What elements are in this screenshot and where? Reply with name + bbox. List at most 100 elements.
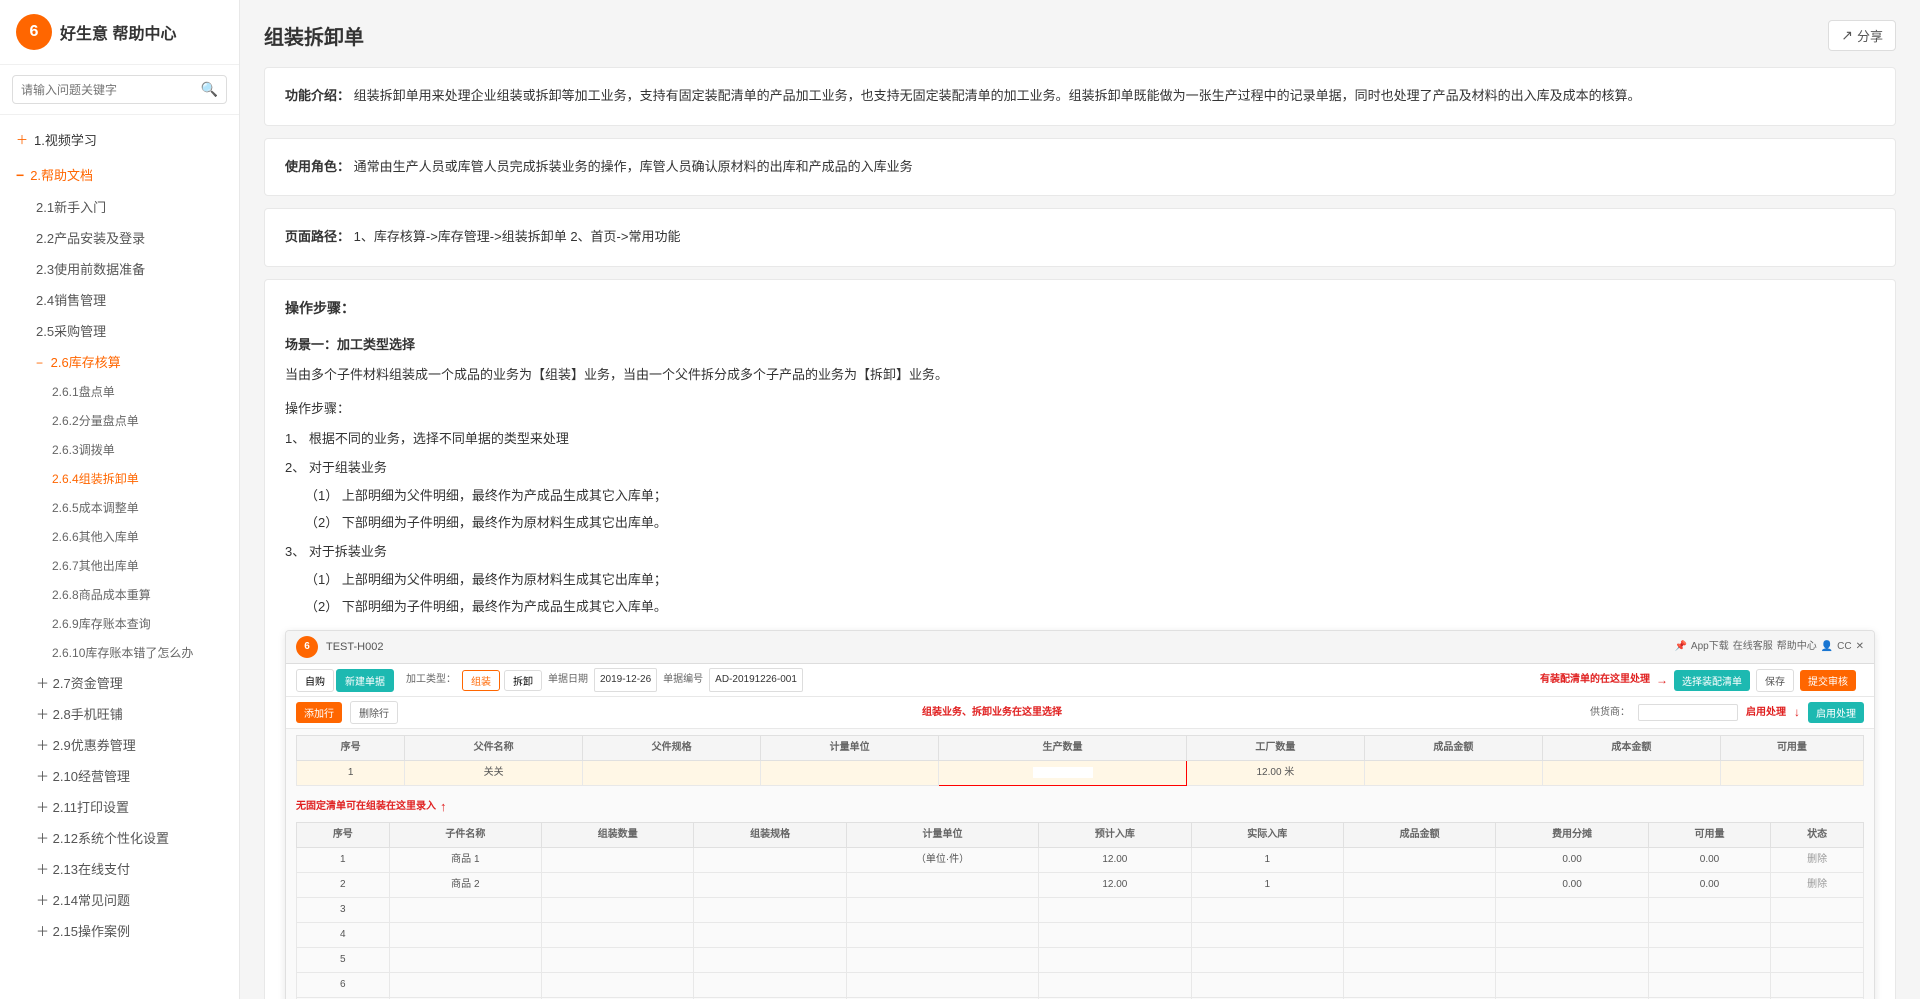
- sidebar-item-2-6-2[interactable]: 2.6.2分量盘点单: [0, 406, 239, 435]
- sidebar-item-2-6-6[interactable]: 2.6.6其他入库单: [0, 522, 239, 551]
- sidebar-item-2-6-1[interactable]: 2.6.1盘点单: [0, 377, 239, 406]
- sidebar-item-2-12[interactable]: ＋ 2.12系统个性化设置: [0, 822, 239, 853]
- annotation-arrow-up: ↑: [440, 795, 447, 818]
- lower-table-header: 序号 子件名称 组装数量 组装规格 计量单位 预计入库 实际入库 成品金额 费用…: [297, 822, 1864, 847]
- btn-add-row[interactable]: 添加行: [296, 702, 342, 723]
- sidebar-item-2-6-7[interactable]: 2.6.7其他出库单: [0, 551, 239, 580]
- arrow-right-icon: →: [1656, 670, 1668, 692]
- table-row: 5: [297, 947, 1864, 972]
- type-label: 加工类型：: [406, 671, 456, 689]
- sidebar-item-2-8[interactable]: ＋ 2.8手机旺铺: [0, 698, 239, 729]
- cell-parent-name: 关关: [405, 761, 583, 786]
- screenshot-titlebar: 6 TEST-H002 📌 App下载 在线客服 帮助中心 👤 CC ✕: [286, 631, 1874, 664]
- role-card: 使用角色： 通常由生产人员或库管人员完成拆装业务的操作，库管人员确认原材料的出库…: [264, 138, 1896, 197]
- sidebar-item-2-7[interactable]: ＋ 2.7资金管理: [0, 667, 239, 698]
- btn-enable[interactable]: 启用处理: [1808, 702, 1864, 723]
- nav-group-docs: − 2.帮助文档 2.1新手入门 2.2产品安装及登录 2.3使用前数据准备 2…: [0, 158, 239, 946]
- table-row: 3: [297, 897, 1864, 922]
- app-nav: 自购 新建单据 加工类型： 组装 拆卸 单据日期 2019-12-26 单据编号…: [286, 664, 1874, 697]
- sidebar-item-2-1[interactable]: 2.1新手入门: [0, 191, 239, 222]
- sidebar: 6 好生意 帮助中心 🔍 ＋ 1.视频学习 − 2.帮助文档 2.1新手入门: [0, 0, 240, 999]
- search-box: 🔍: [12, 75, 227, 104]
- supplier-input[interactable]: [1638, 704, 1738, 721]
- delete-btn-1[interactable]: 删除: [1807, 854, 1827, 865]
- minus-icon-2-6: −: [36, 356, 43, 370]
- th-seq: 序号: [297, 736, 405, 761]
- sidebar-item-2-6-4[interactable]: 2.6.4组装拆卸单: [0, 464, 239, 493]
- share-button[interactable]: ↗ 分享: [1828, 20, 1896, 51]
- btn-delete-row[interactable]: 删除行: [350, 701, 398, 724]
- lower-table-area: 无固定清单可在组装在这里录入 ↑ 序号 子件名称 组装数量 组装规格 计量单位 …: [286, 792, 1874, 999]
- sidebar-item-2-4[interactable]: 2.4销售管理: [0, 284, 239, 315]
- sidebar-item-2-15[interactable]: ＋ 2.15操作案例: [0, 915, 239, 946]
- cell-product-amt: [1364, 761, 1542, 786]
- cell-cost-amt: [1542, 761, 1720, 786]
- step2-sub2: （2） 下部明细为子件明细，最终作为原材料生成其它出库单。: [305, 511, 1875, 534]
- sidebar-item-2-11[interactable]: ＋ 2.11打印设置: [0, 791, 239, 822]
- th-product-amt: 成品金额: [1364, 736, 1542, 761]
- minus-icon: −: [16, 167, 24, 183]
- sidebar-item-2-9[interactable]: ＋ 2.9优惠券管理: [0, 729, 239, 760]
- plus-icon-2-11: ＋: [36, 800, 49, 815]
- tab-zizhi[interactable]: 自购: [296, 669, 334, 692]
- app-logo-small: 6: [296, 636, 318, 658]
- upper-table-body: 1 关关 12.00 米: [297, 761, 1864, 786]
- plus-icon-2-13: ＋: [36, 862, 49, 877]
- sidebar-item-2-6-3[interactable]: 2.6.3调拨单: [0, 435, 239, 464]
- close-icon[interactable]: ✕: [1856, 638, 1864, 656]
- th-l-action: 状态: [1771, 822, 1864, 847]
- steps-card: 操作步骤： 场景一：加工类型选择 当由多个子件材料组装成一个成品的业务为【组装】…: [264, 279, 1896, 999]
- sidebar-item-docs[interactable]: − 2.帮助文档: [0, 158, 239, 191]
- scene1-desc: 当由多个子件材料组装成一个成品的业务为【组装】业务，当由一个父件拆分成多个子产品…: [285, 363, 1875, 388]
- plus-icon-2-12: ＋: [36, 831, 49, 846]
- th-factory-qty: 工厂数量: [1186, 736, 1364, 761]
- th-l-seq: 序号: [297, 822, 390, 847]
- sidebar-item-2-6-5[interactable]: 2.6.5成本调整单: [0, 493, 239, 522]
- main-header: 组装拆卸单 ↗ 分享: [264, 20, 1896, 51]
- cell-avail: [1720, 761, 1863, 786]
- titlebar-icons: 📌 App下载 在线客服 帮助中心 👤 CC ✕: [1674, 638, 1864, 656]
- step-1: 1、 根据不同的业务，选择不同单据的类型来处理: [285, 427, 1875, 450]
- sidebar-item-2-2[interactable]: 2.2产品安装及登录: [0, 222, 239, 253]
- sidebar-item-2-5[interactable]: 2.5采购管理: [0, 315, 239, 346]
- sidebar-item-2-6[interactable]: − 2.6库存核算: [0, 346, 239, 377]
- screenshot-container: 6 TEST-H002 📌 App下载 在线客服 帮助中心 👤 CC ✕ 自购 …: [285, 630, 1875, 999]
- sidebar-item-2-14[interactable]: ＋ 2.14常见问题: [0, 884, 239, 915]
- table-row: 2 商品 2 12.00 1 0.00 0.00 删除: [297, 872, 1864, 897]
- btn-submit[interactable]: 提交审核: [1800, 670, 1856, 691]
- annotation-2-text: 组装业务、拆卸业务在这里选择: [922, 704, 1062, 722]
- sidebar-item-video[interactable]: ＋ 1.视频学习: [0, 123, 239, 156]
- sidebar-item-2-6-9[interactable]: 2.6.9库存账本查询: [0, 609, 239, 638]
- tab-new-order[interactable]: 新建单据: [336, 669, 394, 692]
- table-row: 6: [297, 972, 1864, 997]
- annotation-3-text: 启用处理: [1746, 704, 1786, 722]
- search-input[interactable]: [21, 83, 201, 97]
- sidebar-item-2-3[interactable]: 2.3使用前数据准备: [0, 253, 239, 284]
- date-label: 单据日期: [548, 671, 588, 689]
- scene1-title: 场景一：加工类型选择: [285, 333, 1875, 356]
- cell-seq: 1: [297, 761, 405, 786]
- type-btn-disassembly[interactable]: 拆卸: [504, 670, 542, 691]
- plus-icon-2-10: ＋: [36, 769, 49, 784]
- delete-btn-2[interactable]: 删除: [1807, 879, 1827, 890]
- avatar-icon: 👤: [1821, 638, 1833, 656]
- order-value: AD-20191226-001: [709, 668, 803, 692]
- upper-table: 序号 父件名称 父件规格 计量单位 生产数量 工厂数量 成品金额 成本金额 可用…: [296, 735, 1864, 786]
- th-l-avail: 可用量: [1648, 822, 1771, 847]
- sidebar-item-2-6-10[interactable]: 2.6.10库存账本错了怎么办: [0, 638, 239, 667]
- prod-qty-input[interactable]: [1033, 767, 1093, 778]
- sidebar-item-2-13[interactable]: ＋ 2.13在线支付: [0, 853, 239, 884]
- scene1-steps-label: 操作步骤：: [285, 397, 1875, 420]
- step3-text: 对于拆装业务: [309, 544, 387, 559]
- logo-area: 6 好生意 帮助中心: [0, 0, 239, 65]
- btn-save[interactable]: 保存: [1756, 669, 1794, 692]
- search-icon[interactable]: 🔍: [201, 81, 218, 98]
- sidebar-item-2-10[interactable]: ＋ 2.10经营管理: [0, 760, 239, 791]
- upper-table-header: 序号 父件名称 父件规格 计量单位 生产数量 工厂数量 成品金额 成本金额 可用…: [297, 736, 1864, 761]
- step-3: 3、 对于拆装业务 （1） 上部明细为父件明细，最终作为原材料生成其它出库单； …: [285, 540, 1875, 618]
- path-card: 页面路径： 1、库存核算->库存管理->组装拆卸单 2、首页->常用功能: [264, 208, 1896, 267]
- step3-sublist: （1） 上部明细为父件明细，最终作为原材料生成其它出库单； （2） 下部明细为子…: [285, 568, 1875, 619]
- btn-with-bom[interactable]: 选择装配清单: [1674, 670, 1750, 691]
- sidebar-item-2-6-8[interactable]: 2.6.8商品成本重算: [0, 580, 239, 609]
- type-btn-assembly[interactable]: 组装: [462, 670, 500, 691]
